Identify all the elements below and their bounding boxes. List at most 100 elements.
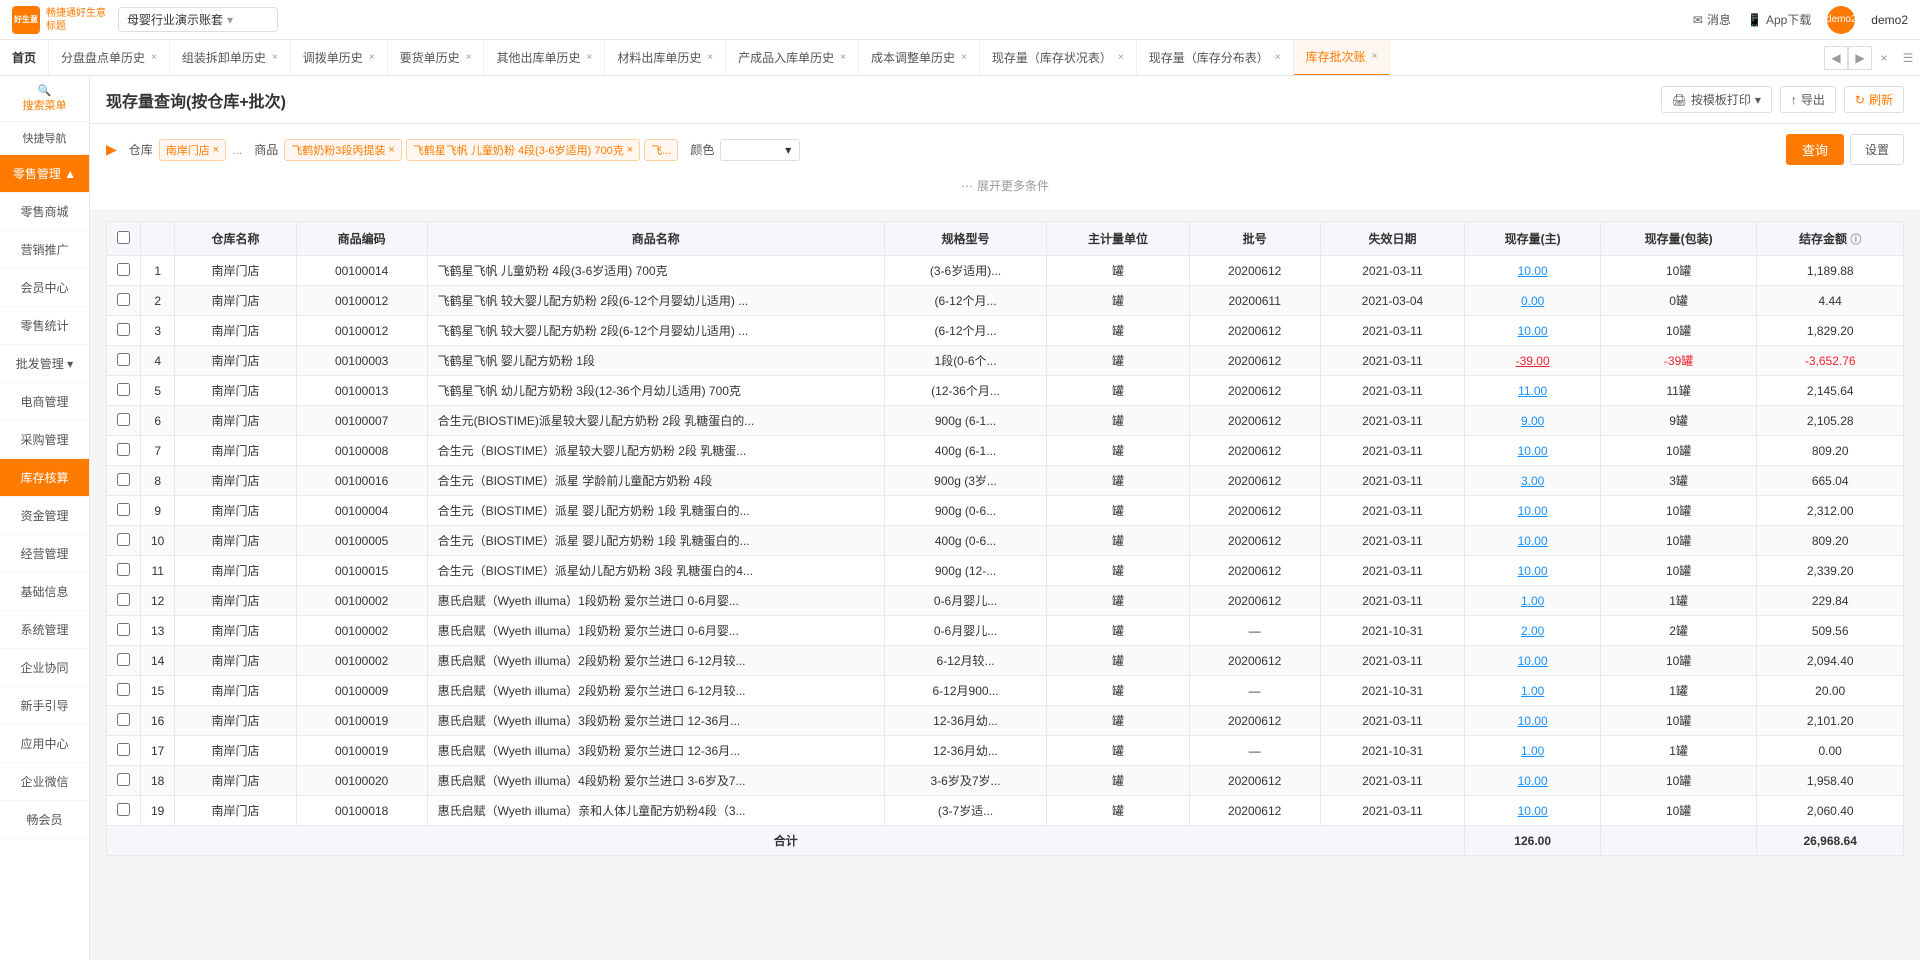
stock-main-val[interactable]: 10.00 [1518, 654, 1548, 668]
avatar[interactable]: demo2 [1827, 6, 1855, 34]
warehouse-tag-close[interactable]: × [213, 144, 219, 156]
sidebar-item-retail-mgmt[interactable]: 零售管理 ▲ [0, 155, 89, 193]
filter-expand-arrow[interactable]: ▶ [106, 141, 117, 158]
row-checkbox[interactable] [117, 503, 130, 516]
tab-9[interactable]: 现存量（库存状况表） × [980, 40, 1137, 76]
refresh-btn[interactable]: ↻ 刷新 [1844, 86, 1904, 113]
sidebar-item-system[interactable]: 系统管理 [0, 611, 89, 649]
warehouse-tag-0[interactable]: 南岸门店 × [159, 139, 226, 161]
stock-main-val[interactable]: 10.00 [1518, 444, 1548, 458]
row-checkbox[interactable] [117, 383, 130, 396]
sidebar-item-inventory[interactable]: 库存核算 [0, 459, 89, 497]
stock-main-val[interactable]: -39.00 [1516, 354, 1550, 368]
row-checkbox[interactable] [117, 263, 130, 276]
tab-4-close[interactable]: × [466, 52, 472, 63]
sidebar-item-wechat[interactable]: 企业微信 [0, 763, 89, 801]
sidebar-item-member[interactable]: 畅会员 [0, 801, 89, 839]
row-checkbox[interactable] [117, 743, 130, 756]
tab-6-close[interactable]: × [707, 52, 713, 63]
stock-main-val[interactable]: 0.00 [1521, 294, 1544, 308]
template-print-btn[interactable]: 🖨 按模板打印 ▾ [1661, 86, 1772, 113]
tab-1-close[interactable]: × [151, 52, 157, 63]
stock-main-val[interactable]: 1.00 [1521, 594, 1544, 608]
settings-btn[interactable]: 设置 [1850, 134, 1904, 165]
row-checkbox[interactable] [117, 353, 130, 366]
tab-10[interactable]: 现存量（库存分布表） × [1137, 40, 1294, 76]
stock-main-val[interactable]: 10.00 [1518, 564, 1548, 578]
row-checkbox[interactable] [117, 443, 130, 456]
company-select[interactable]: 母婴行业演示账套 ▾ [118, 7, 278, 32]
sidebar-item-wholesale[interactable]: 批发管理 ▾ [0, 345, 89, 383]
tab-7-close[interactable]: × [840, 52, 846, 63]
product-tag-2[interactable]: 飞... [644, 139, 678, 161]
tab-9-close[interactable]: × [1118, 52, 1124, 63]
tab-7[interactable]: 产成品入库单历史 × [726, 40, 859, 76]
tab-active-close[interactable]: × [1372, 51, 1378, 62]
sidebar-item-guide[interactable]: 新手引导 [0, 687, 89, 725]
sidebar-item-collab[interactable]: 企业协同 [0, 649, 89, 687]
sidebar-item-finance[interactable]: 资金管理 [0, 497, 89, 535]
row-checkbox[interactable] [117, 293, 130, 306]
tab-3-close[interactable]: × [369, 52, 375, 63]
nav-close-all-btn[interactable]: × [1872, 46, 1896, 70]
row-checkbox[interactable] [117, 593, 130, 606]
row-checkbox[interactable] [117, 563, 130, 576]
tab-6[interactable]: 材料出库单历史 × [605, 40, 726, 76]
row-checkbox[interactable] [117, 773, 130, 786]
query-btn[interactable]: 查询 [1786, 134, 1844, 165]
product-tag-0[interactable]: 飞鹤奶粉3段丙提装 × [284, 139, 402, 161]
tab-active[interactable]: 库存批次账 × [1294, 40, 1391, 76]
tab-5[interactable]: 其他出库单历史 × [484, 40, 605, 76]
row-checkbox[interactable] [117, 653, 130, 666]
stock-main-val[interactable]: 11.00 [1518, 384, 1547, 398]
sidebar-item-basic-info[interactable]: 基础信息 [0, 573, 89, 611]
sidebar-item-apps[interactable]: 应用中心 [0, 725, 89, 763]
stock-main-val[interactable]: 10.00 [1518, 504, 1548, 518]
tab-2-close[interactable]: × [272, 52, 278, 63]
row-checkbox[interactable] [117, 533, 130, 546]
warehouse-more[interactable]: ... [232, 143, 242, 157]
sidebar-item-purchase[interactable]: 采购管理 [0, 421, 89, 459]
tab-5-close[interactable]: × [586, 52, 592, 63]
sidebar-item-marketing[interactable]: 营销推广 [0, 231, 89, 269]
color-dropdown[interactable]: ▾ [720, 139, 800, 161]
stock-main-val[interactable]: 10.00 [1518, 774, 1548, 788]
nav-prev-btn[interactable]: ◀ [1824, 46, 1848, 70]
row-checkbox[interactable] [117, 323, 130, 336]
export-btn[interactable]: ↑ 导出 [1780, 86, 1836, 113]
stock-main-val[interactable]: 10.00 [1518, 714, 1548, 728]
sidebar-item-operations[interactable]: 经营管理 [0, 535, 89, 573]
tab-2[interactable]: 组装拆卸单历史 × [170, 40, 291, 76]
nav-next-btn[interactable]: ▶ [1848, 46, 1872, 70]
product-tag-1-close[interactable]: × [627, 144, 633, 156]
sidebar-search[interactable]: 🔍 搜索菜单 [0, 76, 89, 122]
stock-main-val[interactable]: 9.00 [1521, 414, 1544, 428]
stock-main-val[interactable]: 10.00 [1518, 804, 1548, 818]
stock-main-val[interactable]: 10.00 [1518, 264, 1548, 278]
stock-main-val[interactable]: 3.00 [1521, 474, 1544, 488]
message-btn[interactable]: ✉ 消息 [1693, 11, 1731, 28]
sidebar-item-members[interactable]: 会员中心 [0, 269, 89, 307]
sidebar-item-ecommerce[interactable]: 电商管理 [0, 383, 89, 421]
stock-main-val[interactable]: 10.00 [1518, 324, 1548, 338]
select-all-checkbox[interactable] [117, 231, 130, 244]
sidebar-item-retail-stats[interactable]: 零售统计 [0, 307, 89, 345]
app-download-btn[interactable]: 📱 App下载 [1747, 11, 1811, 28]
row-checkbox[interactable] [117, 713, 130, 726]
tab-4[interactable]: 要货单历史 × [388, 40, 485, 76]
quick-nav[interactable]: 快捷导航 [0, 122, 89, 155]
balance-info-icon[interactable]: ⓘ [1850, 234, 1861, 246]
row-checkbox[interactable] [117, 623, 130, 636]
tab-8-close[interactable]: × [961, 52, 967, 63]
stock-main-val[interactable]: 1.00 [1521, 744, 1544, 758]
stock-main-val[interactable]: 10.00 [1518, 534, 1548, 548]
tab-3[interactable]: 调拨单历史 × [291, 40, 388, 76]
stock-main-val[interactable]: 1.00 [1521, 684, 1544, 698]
row-checkbox[interactable] [117, 683, 130, 696]
nav-menu-btn[interactable]: ☰ [1896, 46, 1920, 70]
stock-main-val[interactable]: 2.00 [1521, 624, 1544, 638]
tab-8[interactable]: 成本调整单历史 × [859, 40, 980, 76]
tab-home[interactable]: 首页 [0, 40, 49, 76]
row-checkbox[interactable] [117, 803, 130, 816]
row-checkbox[interactable] [117, 413, 130, 426]
